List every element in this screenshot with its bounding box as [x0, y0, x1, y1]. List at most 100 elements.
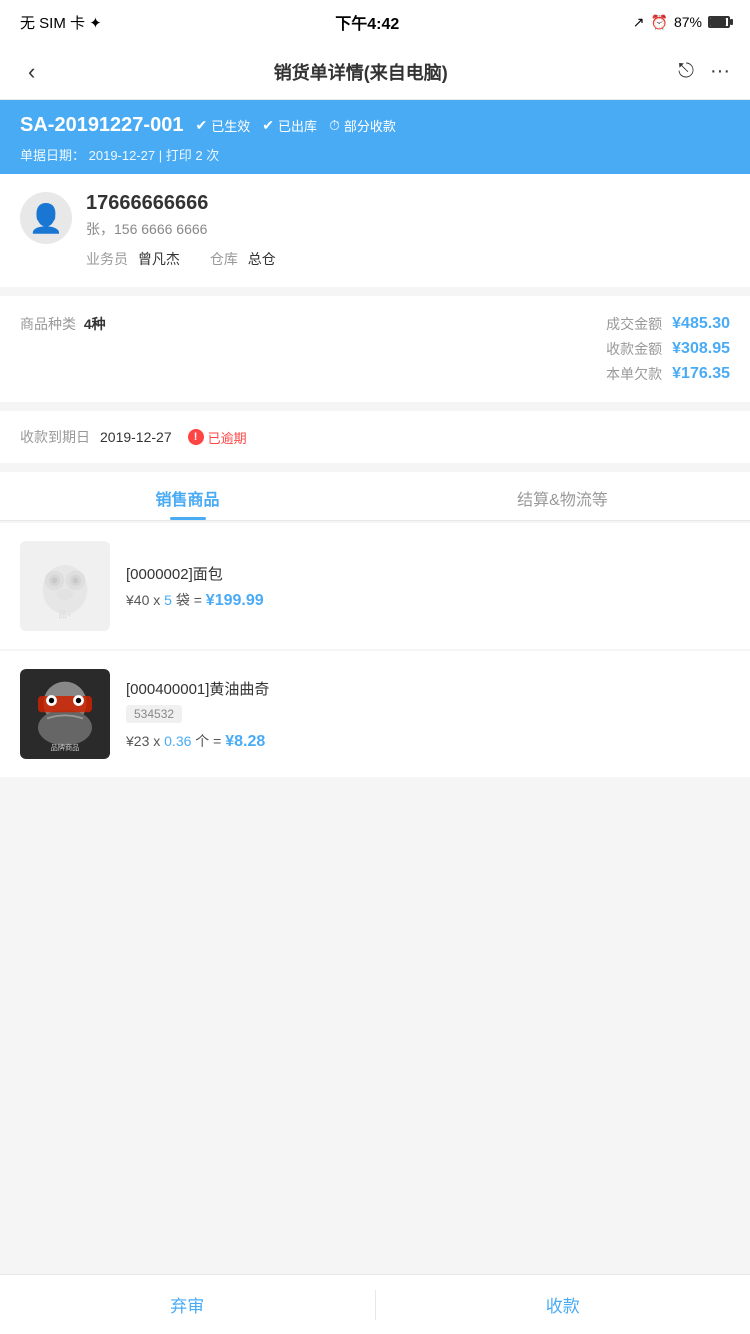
owed-amount-value: ¥176.35 [672, 365, 730, 383]
battery-icon [708, 16, 730, 28]
salesperson-value: 曾凡杰 [138, 251, 180, 267]
deal-amount-row: 成交金额 ¥485.30 [606, 314, 730, 334]
product-code-name-1: [0000002]面包 [126, 563, 730, 584]
more-button[interactable]: ··· [710, 60, 730, 83]
price-total-1: ¥199.99 [206, 592, 264, 609]
banner-row2: 单据日期： 2019-12-27 | 打印 2 次 [20, 145, 730, 164]
receipt-amount-value: ¥308.95 [672, 340, 730, 358]
overdue-badge: ! 已逾期 [188, 428, 247, 447]
summary-section: 商品种类 4种 成交金额 ¥485.30 收款金额 ¥308.95 本单欠款 ¥… [0, 296, 750, 402]
no-sim-label: 无 SIM 卡 ✦ [20, 12, 102, 33]
bottom-bar: 弃审 收款 [0, 1274, 750, 1334]
status-time: 下午4:42 [335, 10, 399, 34]
separator-1 [0, 288, 750, 296]
status-effected: ✔ 已生效 [195, 116, 250, 135]
check-icon-1: ✔ [195, 117, 207, 134]
print-suffix: 次 [206, 148, 219, 163]
product-item: 品牌商品 [000400001]黄油曲奇 534532 ¥23 x 0.36 个… [0, 651, 750, 777]
overdue-dot-icon: ! [188, 429, 204, 445]
separator-2 [0, 403, 750, 411]
separator-3 [0, 464, 750, 472]
customer-subinfo: 张，156 6666 6666 [86, 219, 730, 239]
clock-icon: ⏱ [329, 117, 340, 134]
tab-settlement[interactable]: 结算&物流等 [375, 472, 750, 520]
price-unit-label-1: 袋 [176, 592, 190, 608]
price-eq-1: = [194, 592, 206, 608]
bottom-spacer [0, 779, 750, 849]
product-image-placeholder-1: 品+ [30, 551, 100, 621]
owed-amount-row: 本单欠款 ¥176.35 [606, 364, 730, 384]
print-count: 2 [195, 148, 202, 163]
avatar-icon: 👤 [29, 202, 64, 235]
warehouse-value: 总仓 [248, 251, 276, 267]
order-date: 2019-12-27 [89, 148, 156, 163]
status-left: 无 SIM 卡 ✦ [20, 12, 102, 33]
due-date-section: 收款到期日 2019-12-27 ! 已逾期 [0, 411, 750, 463]
svg-text:品+: 品+ [58, 610, 71, 620]
page-title: 销货单详情(来自电脑) [274, 59, 448, 85]
price-eq-2: = [213, 733, 225, 749]
deal-amount-label: 成交金额 [606, 314, 662, 334]
tabs-bar: 销售商品 结算&物流等 [0, 472, 750, 521]
order-banner: SA-20191227-001 ✔ 已生效 ✔ 已出库 ⏱ 部分收款 单据日期：… [0, 100, 750, 174]
order-id: SA-20191227-001 [20, 114, 183, 137]
price-unit-2: ¥23 [126, 733, 149, 749]
tab-sales-label: 销售商品 [155, 492, 219, 509]
customer-avatar: 👤 [20, 192, 72, 244]
product-price-row-2: ¥23 x 0.36 个 = ¥8.28 [126, 731, 730, 751]
customer-phone: 17666666666 [86, 192, 730, 215]
product-thumbnail-1: 品+ [20, 541, 110, 631]
tab-sales[interactable]: 销售商品 [0, 472, 375, 520]
overdue-label: 已逾期 [208, 428, 247, 447]
deal-amount-value: ¥485.30 [672, 315, 730, 333]
warehouse-label: 仓库 [210, 251, 238, 267]
product-tag-2: 534532 [126, 705, 182, 723]
salesperson-field: 业务员 曾凡杰 [86, 249, 180, 269]
cancel-button[interactable]: 弃审 [0, 1282, 375, 1327]
location-icon: ↗ [633, 14, 645, 31]
nav-right-actions: ⎋ ··· [678, 60, 730, 83]
price-total-2: ¥8.28 [225, 733, 265, 750]
product-info-2: [000400001]黄油曲奇 534532 ¥23 x 0.36 个 = ¥8… [126, 678, 730, 751]
banner-row1: SA-20191227-001 ✔ 已生效 ✔ 已出库 ⏱ 部分收款 [20, 114, 730, 137]
price-qty-1: 5 [164, 592, 172, 608]
price-unit-label-2: 个 [195, 733, 209, 749]
status-partial-label: 部分收款 [344, 116, 396, 135]
date-label: 单据日期： [20, 148, 85, 163]
product-code-name-2: [000400001]黄油曲奇 [126, 678, 730, 699]
status-partial: ⏱ 部分收款 [329, 116, 396, 135]
product-info-1: [0000002]面包 ¥40 x 5 袋 = ¥199.99 [126, 563, 730, 610]
confirm-button[interactable]: 收款 [376, 1282, 750, 1327]
summary-left: 商品种类 4种 [20, 314, 606, 334]
salesperson-label: 业务员 [86, 251, 128, 267]
price-qty-2: 0.36 [164, 733, 191, 749]
kind-value: 4种 [84, 316, 106, 332]
price-unit-1: ¥40 [126, 592, 149, 608]
price-sep-1: x [153, 592, 164, 608]
due-date-value: 2019-12-27 [100, 429, 172, 445]
customer-meta-row: 业务员 曾凡杰 仓库 总仓 [86, 249, 730, 269]
share-button[interactable]: ⎋ [678, 60, 694, 83]
svg-text:品牌商品: 品牌商品 [51, 743, 80, 752]
back-button[interactable]: ‹ [20, 55, 43, 89]
print-separator: | 打印 [159, 148, 192, 163]
tab-settlement-label: 结算&物流等 [517, 492, 608, 509]
kind-label: 商品种类 [20, 316, 76, 332]
owed-label: 本单欠款 [606, 364, 662, 384]
product-image-2: 品牌商品 [20, 669, 110, 759]
status-shipped: ✔ 已出库 [262, 116, 317, 135]
alarm-icon: ⏰ [651, 14, 668, 31]
product-list: 品+ [0000002]面包 ¥40 x 5 袋 = ¥199.99 [0, 523, 750, 777]
product-price-row-1: ¥40 x 5 袋 = ¥199.99 [126, 590, 730, 610]
price-sep-2: x [153, 733, 164, 749]
battery-label: 87% [674, 14, 702, 30]
product-thumbnail-2: 品牌商品 [20, 669, 110, 759]
status-bar: 无 SIM 卡 ✦ 下午4:42 ↗ ⏰ 87% [0, 0, 750, 44]
summary-right: 成交金额 ¥485.30 收款金额 ¥308.95 本单欠款 ¥176.35 [606, 314, 730, 384]
status-shipped-label: 已出库 [278, 116, 317, 135]
customer-info: 17666666666 张，156 6666 6666 业务员 曾凡杰 仓库 总… [86, 192, 730, 269]
nav-bar: ‹ 销货单详情(来自电脑) ⎋ ··· [0, 44, 750, 100]
status-effected-label: 已生效 [211, 116, 250, 135]
due-label: 收款到期日 [20, 427, 90, 447]
check-icon-2: ✔ [262, 117, 274, 134]
